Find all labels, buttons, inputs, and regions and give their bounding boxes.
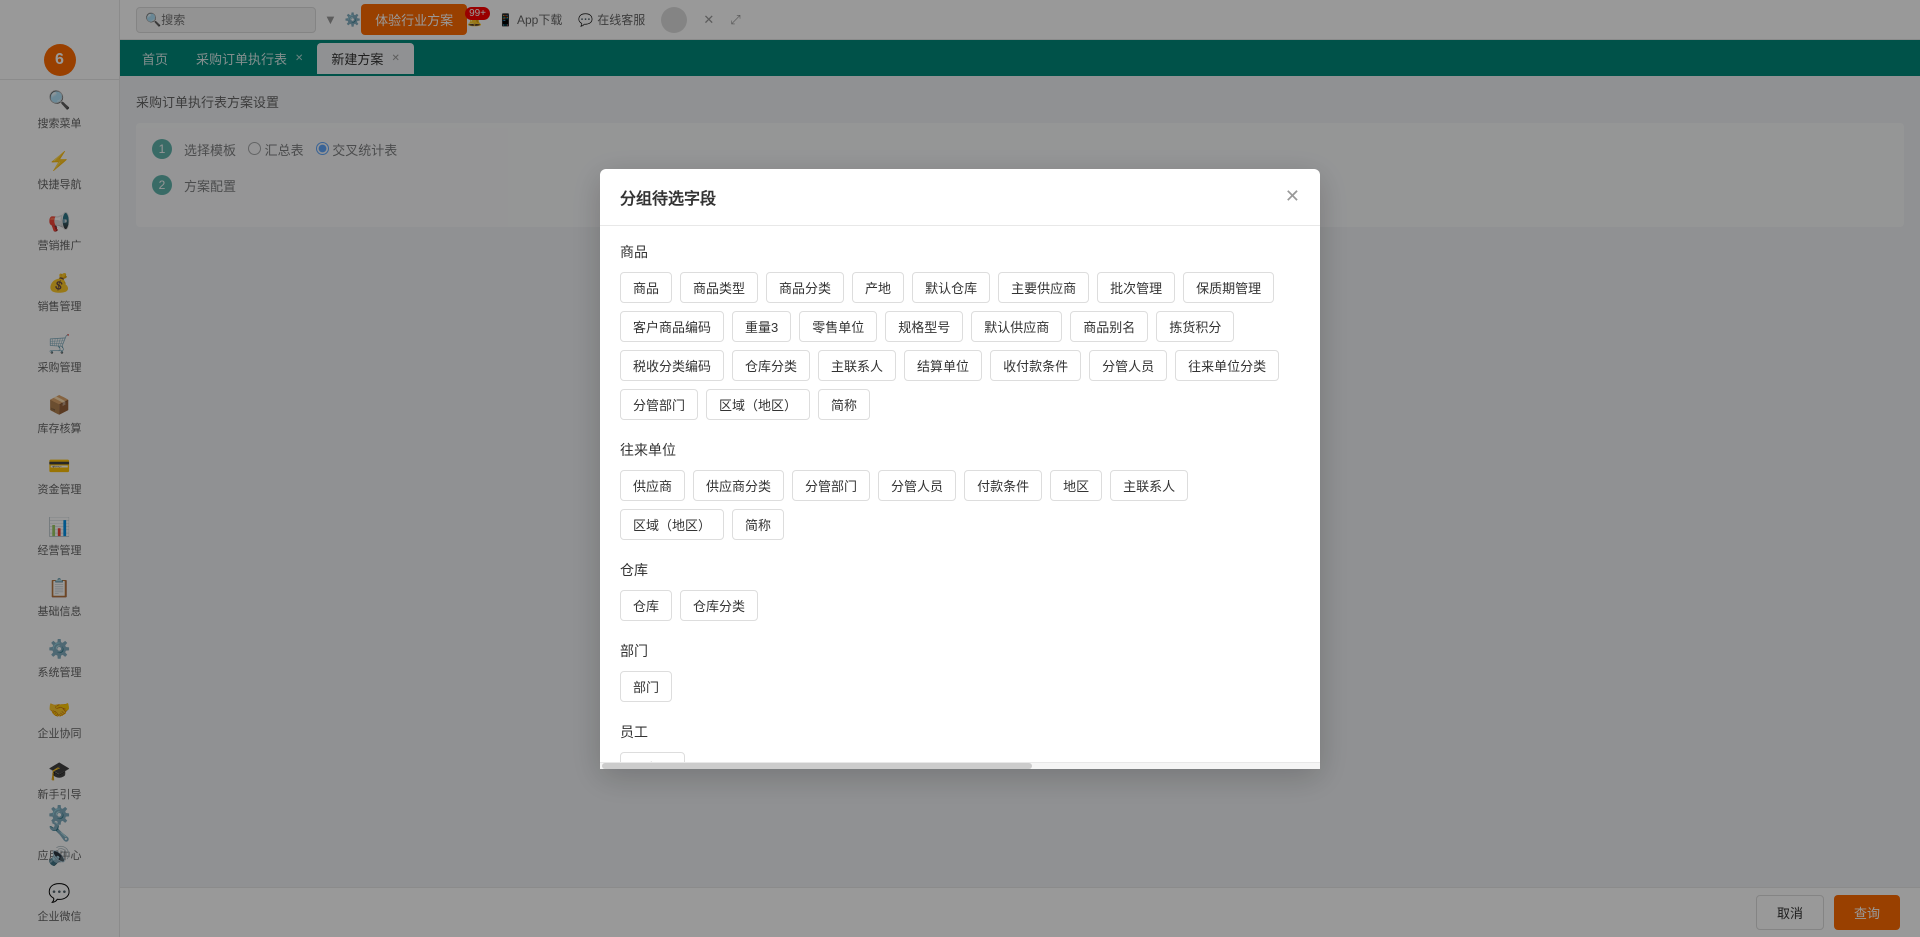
field-tag-goods-14[interactable]: 拣货积分	[1156, 311, 1234, 342]
field-tag-goods-0[interactable]: 商品	[620, 272, 672, 303]
field-tag-goods-18[interactable]: 结算单位	[904, 350, 982, 381]
field-tag-goods-23[interactable]: 区域（地区）	[706, 389, 810, 420]
field-tag-goods-8[interactable]: 客户商品编码	[620, 311, 724, 342]
dialog-header: 分组待选字段 ✕	[600, 169, 1320, 226]
section-department: 部门部门	[620, 641, 1300, 702]
section-title-partner: 往来单位	[620, 440, 1300, 460]
section-partner: 往来单位供应商供应商分类分管部门分管人员付款条件地区主联系人区域（地区） 简称	[620, 440, 1300, 540]
field-tag-goods-6[interactable]: 批次管理	[1097, 272, 1175, 303]
section-title-department: 部门	[620, 641, 1300, 661]
dialog-overlay: 分组待选字段 ✕ 商品商品商品类型商品分类产地默认仓库主要供应商批次管理保质期管…	[0, 0, 1920, 937]
field-tag-goods-15[interactable]: 税收分类编码	[620, 350, 724, 381]
section-warehouse: 仓库仓库仓库分类	[620, 560, 1300, 621]
field-tag-goods-24[interactable]: 简称	[818, 389, 870, 420]
field-tag-goods-5[interactable]: 主要供应商	[998, 272, 1089, 303]
field-tag-partner-1[interactable]: 供应商分类	[693, 470, 784, 501]
dialog-body[interactable]: 商品商品商品类型商品分类产地默认仓库主要供应商批次管理保质期管理客户商品编码重量…	[600, 226, 1320, 762]
field-tag-goods-21[interactable]: 往来单位分类	[1175, 350, 1279, 381]
field-tag-goods-11[interactable]: 规格型号	[885, 311, 963, 342]
section-title-employee: 员工	[620, 722, 1300, 742]
field-tag-partner-5[interactable]: 地区	[1050, 470, 1102, 501]
section-title-warehouse: 仓库	[620, 560, 1300, 580]
dialog-title: 分组待选字段	[620, 185, 716, 209]
field-tag-partner-7[interactable]: 区域（地区）	[620, 509, 724, 540]
field-tag-goods-10[interactable]: 零售单位	[799, 311, 877, 342]
field-tag-goods-12[interactable]: 默认供应商	[971, 311, 1062, 342]
section-goods: 商品商品商品类型商品分类产地默认仓库主要供应商批次管理保质期管理客户商品编码重量…	[620, 242, 1300, 420]
field-tag-partner-3[interactable]: 分管人员	[878, 470, 956, 501]
field-tag-goods-19[interactable]: 收付款条件	[990, 350, 1081, 381]
section-fields-partner: 供应商供应商分类分管部门分管人员付款条件地区主联系人区域（地区） 简称	[620, 470, 1300, 540]
field-tag-goods-17[interactable]: 主联系人	[818, 350, 896, 381]
field-tag-goods-22[interactable]: 分管部门	[620, 389, 698, 420]
field-tag-department-0[interactable]: 部门	[620, 671, 672, 702]
section-title-goods: 商品	[620, 242, 1300, 262]
field-tag-goods-16[interactable]: 仓库分类	[732, 350, 810, 381]
field-tag-goods-7[interactable]: 保质期管理	[1183, 272, 1274, 303]
field-tag-goods-1[interactable]: 商品类型	[680, 272, 758, 303]
field-tag-goods-2[interactable]: 商品分类	[766, 272, 844, 303]
field-tag-goods-13[interactable]: 商品别名	[1070, 311, 1148, 342]
section-fields-goods: 商品商品类型商品分类产地默认仓库主要供应商批次管理保质期管理客户商品编码重量3 零…	[620, 272, 1300, 420]
field-tag-partner-2[interactable]: 分管部门	[792, 470, 870, 501]
field-tag-warehouse-1[interactable]: 仓库分类	[680, 590, 758, 621]
dialog-hscroll-thumb	[602, 763, 1032, 769]
field-tag-partner-6[interactable]: 主联系人	[1110, 470, 1188, 501]
field-tag-goods-9[interactable]: 重量3	[732, 311, 791, 342]
dialog-horizontal-scrollbar[interactable]	[600, 762, 1320, 769]
field-tag-goods-3[interactable]: 产地	[852, 272, 904, 303]
field-tag-partner-4[interactable]: 付款条件	[964, 470, 1042, 501]
section-employee: 员工业务员	[620, 722, 1300, 762]
section-fields-employee: 业务员	[620, 752, 1300, 762]
section-fields-warehouse: 仓库仓库分类	[620, 590, 1300, 621]
field-tag-partner-8[interactable]: 简称	[732, 509, 784, 540]
field-tag-goods-20[interactable]: 分管人员	[1089, 350, 1167, 381]
field-tag-employee-0[interactable]: 业务员	[620, 752, 685, 762]
section-fields-department: 部门	[620, 671, 1300, 702]
field-tag-warehouse-0[interactable]: 仓库	[620, 590, 672, 621]
field-tag-partner-0[interactable]: 供应商	[620, 470, 685, 501]
dialog-close-button[interactable]: ✕	[1285, 186, 1300, 207]
dialog: 分组待选字段 ✕ 商品商品商品类型商品分类产地默认仓库主要供应商批次管理保质期管…	[600, 169, 1320, 769]
field-tag-goods-4[interactable]: 默认仓库	[912, 272, 990, 303]
